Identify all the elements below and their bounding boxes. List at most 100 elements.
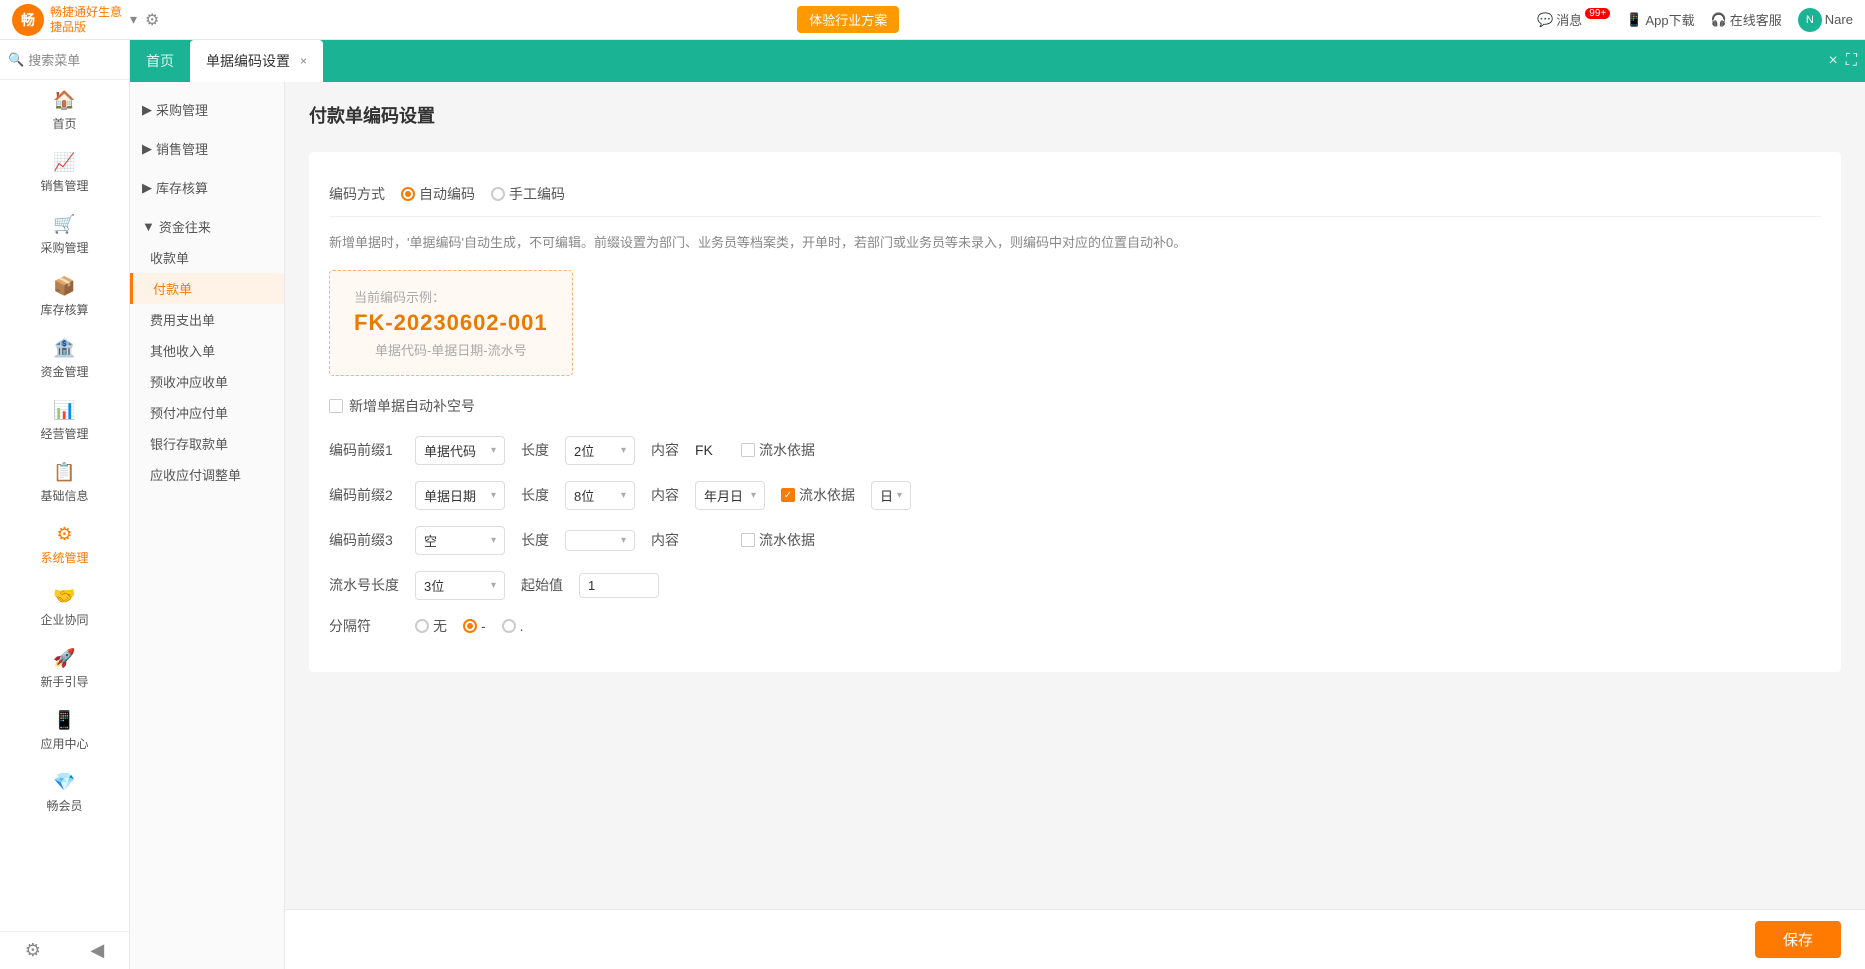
sidebar-item-apps[interactable]: 📱 应用中心 [0, 700, 129, 762]
sec-arrow-sales: ▶ [142, 141, 152, 157]
sidebar-label-system: 系统管理 [40, 549, 88, 566]
sep-none-radio[interactable]: 无 [415, 616, 447, 636]
sec-item-expense[interactable]: 费用支出单 [130, 304, 284, 335]
service-icon: 🎧 [1711, 12, 1727, 28]
sidebar-item-sales[interactable]: 📈 销售管理 [0, 142, 129, 204]
main-content: 付款单编码设置 编码方式 自动编码 手工编码 [285, 82, 1865, 909]
prefix2-day-select[interactable]: 日 ▾ [871, 481, 911, 510]
sec-item-receipt[interactable]: 收款单 [130, 242, 284, 273]
topbar-left: 畅 畅捷通好生意 捷品版 ▾ ⚙ [12, 4, 159, 36]
sec-group-purchase-header[interactable]: ▶ 采购管理 [130, 94, 284, 125]
sidebar-label-sales: 销售管理 [40, 177, 88, 194]
sec-group-sales-header[interactable]: ▶ 销售管理 [130, 133, 284, 164]
sidebar-settings-icon[interactable]: ⚙ [25, 940, 41, 961]
prefix1-label: 编码前缀1 [329, 440, 399, 460]
prefix3-length-arrow: ▾ [621, 535, 626, 546]
sidebar-item-home[interactable]: 🏠 首页 [0, 80, 129, 142]
sidebar-label-home: 首页 [52, 115, 76, 132]
tab-home[interactable]: 首页 [130, 40, 190, 82]
user-name[interactable]: N Nare [1798, 8, 1853, 32]
prefix1-length-label: 长度 [521, 440, 549, 460]
app-download-item[interactable]: 📱 App下载 [1626, 10, 1694, 29]
sec-item-adj[interactable]: 应收应付调整单 [130, 459, 284, 490]
sidebar-item-basic[interactable]: 📋 基础信息 [0, 452, 129, 514]
sec-group-purchase: ▶ 采购管理 [130, 90, 284, 129]
sep-none-circle [415, 619, 429, 633]
prefix1-select[interactable]: 单据代码 ▾ [415, 436, 505, 465]
info-text: 新增单据时，'单据编码'自动生成，不可编辑。前缀设置为部门、业务员等档案类，开单… [329, 233, 1821, 254]
sec-item-other-income[interactable]: 其他收入单 [130, 335, 284, 366]
message-label: 消息 [1556, 10, 1582, 29]
sec-item-bank-deposit[interactable]: 银行存取款单 [130, 428, 284, 459]
prefix3-label: 编码前缀3 [329, 530, 399, 550]
prefix2-content-label: 内容 [651, 485, 679, 505]
tab-settings[interactable]: 单据编码设置 × [190, 40, 323, 82]
sidebar-collapse-icon[interactable]: ◀ [90, 940, 104, 961]
system-icon: ⚙ [56, 524, 72, 545]
auto-encode-radio[interactable]: 自动编码 [401, 184, 475, 204]
prefix2-serial-checkbox[interactable]: ✓ [781, 488, 795, 502]
sec-item-payment[interactable]: 付款单 [130, 273, 284, 304]
tab-bar: 首页 单据编码设置 × × ⛶ [130, 40, 1865, 82]
prefix2-select-value: 单据日期 [424, 486, 476, 505]
prefix2-label: 编码前缀2 [329, 485, 399, 505]
right-area: 首页 单据编码设置 × × ⛶ ▶ 采购管理 [130, 40, 1865, 969]
secondary-sidebar: ▶ 采购管理 ▶ 销售管理 ▶ 库存核算 [130, 82, 285, 969]
serial-length-select[interactable]: 3位 ▾ [415, 571, 505, 600]
message-item[interactable]: 💬 消息 99+ [1537, 10, 1610, 29]
save-button[interactable]: 保存 [1755, 921, 1841, 958]
sec-group-inventory-header[interactable]: ▶ 库存核算 [130, 172, 284, 203]
prefix2-serial-label: ✓ 流水依据 [781, 485, 855, 505]
auto-fill-label: 新增单据自动补空号 [349, 396, 475, 416]
auto-fill-checkbox[interactable] [329, 399, 343, 413]
serial-row: 流水号长度 3位 ▾ 起始值 [329, 571, 1821, 600]
settings-gear-icon[interactable]: ⚙ [145, 10, 159, 30]
prefix3-serial-checkbox[interactable] [741, 533, 755, 547]
sec-item-advance-receive[interactable]: 预收冲应收单 [130, 366, 284, 397]
try-industry-button[interactable]: 体验行业方案 [797, 6, 899, 33]
prefix2-select[interactable]: 单据日期 ▾ [415, 481, 505, 510]
sec-group-inventory-label: 库存核算 [156, 178, 208, 197]
code-preview-box: 当前编码示例： FK-20230602-001 单据代码-单据日期-流水号 [329, 270, 573, 376]
prefix2-content-select[interactable]: 年月日 ▾ [695, 481, 765, 510]
manual-encode-radio[interactable]: 手工编码 [491, 184, 565, 204]
logo-text: 畅捷通好生意 捷品版 [50, 5, 122, 34]
sidebar-label-purchase: 采购管理 [40, 239, 88, 256]
prefix3-select[interactable]: 空 ▾ [415, 526, 505, 555]
sidebar-item-system[interactable]: ⚙ 系统管理 [0, 514, 129, 576]
dropdown-arrow-icon[interactable]: ▾ [130, 11, 137, 28]
tab-close-icon[interactable]: × [300, 54, 307, 68]
prefix1-serial-checkbox[interactable] [741, 443, 755, 457]
topbar-right: 💬 消息 99+ 📱 App下载 🎧 在线客服 N Nare [1537, 8, 1853, 32]
sidebar-item-enterprise[interactable]: 🤝 企业协同 [0, 576, 129, 638]
prefix2-content-arrow: ▾ [751, 490, 756, 501]
sec-item-advance-pay[interactable]: 预付冲应付单 [130, 397, 284, 428]
sidebar-item-operations[interactable]: 📊 经营管理 [0, 390, 129, 452]
sidebar-item-purchase[interactable]: 🛒 采购管理 [0, 204, 129, 266]
tab-close-window-icon[interactable]: × [1828, 52, 1837, 70]
basic-icon: 📋 [53, 462, 75, 483]
sec-group-finance-header[interactable]: ▼ 资金往来 [130, 211, 284, 242]
prefix1-length-select[interactable]: 2位 ▾ [565, 436, 635, 465]
prefix2-length-label: 长度 [521, 485, 549, 505]
sidebar-item-finance[interactable]: 🏦 资金管理 [0, 328, 129, 390]
sep-dot-radio[interactable]: . [502, 618, 524, 634]
sidebar-item-inventory[interactable]: 📦 库存核算 [0, 266, 129, 328]
prefix3-length-select[interactable]: ▾ [565, 530, 635, 551]
start-value-input[interactable] [579, 573, 659, 598]
sec-group-finance: ▼ 资金往来 收款单 付款单 费用支出单 其他收入单 预收冲应收单 预付冲应付单… [130, 207, 284, 494]
online-service-item[interactable]: 🎧 在线客服 [1711, 10, 1782, 29]
apps-icon: 📱 [53, 710, 75, 731]
tab-maximize-icon[interactable]: ⛶ [1846, 52, 1857, 70]
main-right: 付款单编码设置 编码方式 自动编码 手工编码 [285, 82, 1865, 969]
search-menu[interactable]: 🔍 搜索菜单 [0, 40, 129, 80]
sidebar-item-member[interactable]: 💎 畅会员 [0, 762, 129, 824]
prefix2-length-select[interactable]: 8位 ▾ [565, 481, 635, 510]
prefix2-row: 编码前缀2 单据日期 ▾ 长度 8位 ▾ 内容 [329, 481, 1821, 510]
auto-fill-row: 新增单据自动补空号 [329, 396, 1821, 416]
sec-group-finance-label: 资金往来 [159, 217, 211, 236]
sep-dash-label: - [481, 618, 486, 634]
page-title: 付款单编码设置 [309, 102, 1841, 128]
sidebar-item-guide[interactable]: 🚀 新手引导 [0, 638, 129, 700]
sep-dash-radio[interactable]: - [463, 618, 486, 634]
